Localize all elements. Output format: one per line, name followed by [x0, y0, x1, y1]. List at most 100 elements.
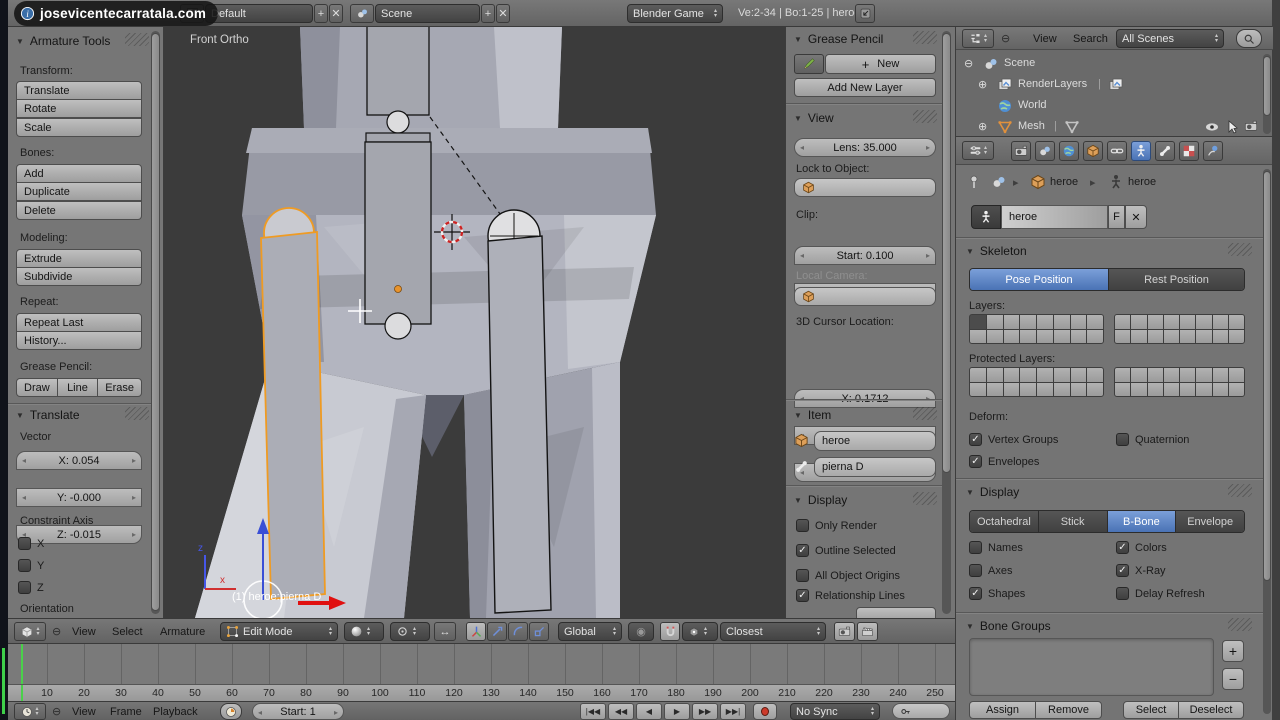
- spine-bone[interactable]: [364, 27, 432, 340]
- layer-toggle[interactable]: [1212, 382, 1228, 396]
- tab-world[interactable]: [1059, 141, 1079, 161]
- outliner-search-button[interactable]: [1236, 29, 1262, 48]
- layer-toggle[interactable]: [970, 329, 986, 343]
- expand-icon[interactable]: ⊕: [978, 120, 987, 133]
- layer-toggle[interactable]: [1087, 329, 1103, 343]
- assign-button[interactable]: Assign: [969, 701, 1036, 719]
- layer-toggle[interactable]: [1037, 368, 1053, 382]
- outline-selected-checkbox[interactable]: [796, 544, 809, 557]
- translate-button[interactable]: Translate: [16, 81, 142, 100]
- time-indicator-button[interactable]: [220, 703, 242, 720]
- layer-toggle[interactable]: [1070, 382, 1087, 396]
- layer-toggle[interactable]: [1131, 315, 1147, 329]
- panel-display-npanel[interactable]: Display: [794, 493, 847, 507]
- delete-scene-button[interactable]: ✕: [496, 4, 510, 23]
- all-object-origins-checkbox[interactable]: [796, 569, 809, 582]
- gp-draw-button[interactable]: Draw: [16, 378, 58, 397]
- bone-root-point[interactable]: [394, 285, 402, 293]
- pin-icon[interactable]: [966, 174, 982, 190]
- vector-y-field[interactable]: ◂ Y: -0.000 ▸: [16, 488, 142, 507]
- outliner-menu-view[interactable]: View: [1033, 33, 1057, 45]
- layer-toggle[interactable]: [1020, 315, 1036, 329]
- outliner-row-scene[interactable]: ⊖ Scene: [956, 54, 1256, 74]
- editor-type-selector[interactable]: ▴ ▾: [14, 622, 46, 641]
- layer-toggle[interactable]: [1053, 368, 1070, 382]
- screen-layout-selector[interactable]: Default: [205, 4, 313, 23]
- delete-bone-button[interactable]: Delete: [16, 201, 142, 220]
- layer-toggle[interactable]: [1228, 368, 1244, 382]
- layer-toggle[interactable]: [1131, 368, 1147, 382]
- panel-skeleton[interactable]: Skeleton: [966, 244, 1027, 258]
- outliner-item-label[interactable]: Scene: [1004, 57, 1035, 69]
- constraint-z-checkbox[interactable]: [18, 581, 31, 594]
- layer-toggle[interactable]: [1020, 382, 1036, 396]
- tab-physics[interactable]: [1203, 141, 1223, 161]
- visibility-eye-icon[interactable]: [1204, 119, 1220, 135]
- pose-position-button[interactable]: Pose Position: [970, 269, 1109, 290]
- expand-icon[interactable]: ⊕: [978, 78, 987, 91]
- layer-toggle[interactable]: [1180, 329, 1196, 343]
- armature-layers-grid-1[interactable]: [969, 314, 1104, 344]
- repeat-last-button[interactable]: Repeat Last: [16, 313, 142, 332]
- history-button[interactable]: History...: [16, 331, 142, 350]
- layer-toggle[interactable]: [986, 315, 1003, 329]
- panel-drag-hatch[interactable]: [125, 33, 149, 46]
- layer-toggle[interactable]: [970, 382, 986, 396]
- layer-toggle[interactable]: [1003, 329, 1020, 343]
- timeline-menu-playback[interactable]: Playback: [153, 706, 198, 718]
- deselect-button[interactable]: Deselect: [1178, 701, 1244, 719]
- layer-toggle[interactable]: [1212, 329, 1228, 343]
- renderability-camera-icon[interactable]: [1244, 119, 1258, 133]
- subdivide-button[interactable]: Subdivide: [16, 267, 142, 286]
- layer-toggle[interactable]: [1163, 329, 1179, 343]
- outliner-item-label[interactable]: RenderLayers: [1018, 78, 1087, 90]
- breadcrumb-data-label[interactable]: heroe: [1128, 176, 1156, 188]
- timeline-editor-selector[interactable]: ▴ ▾: [14, 703, 46, 720]
- layer-toggle[interactable]: [1087, 382, 1103, 396]
- item-bone-name-field[interactable]: pierna D: [814, 457, 936, 477]
- gp-erase-button[interactable]: Erase: [97, 378, 142, 397]
- layer-toggle[interactable]: [1115, 315, 1131, 329]
- tab-scene[interactable]: [1035, 141, 1055, 161]
- names-checkbox[interactable]: [969, 541, 982, 554]
- selectability-cursor-icon[interactable]: [1224, 119, 1240, 135]
- layer-toggle[interactable]: [1037, 329, 1053, 343]
- panel-drag-hatch[interactable]: [1228, 243, 1252, 256]
- bone-groups-list[interactable]: [969, 638, 1214, 696]
- outliner-menu-search[interactable]: Search: [1073, 33, 1108, 45]
- transport-button-2[interactable]: ◀: [636, 703, 662, 720]
- transport-button-0[interactable]: |◀◀: [580, 703, 606, 720]
- panel-armature-tools[interactable]: Armature Tools: [16, 34, 110, 48]
- manipulator-arc-toggle[interactable]: [508, 622, 528, 641]
- sync-mode-selector[interactable]: No Sync ▴ ▾: [790, 703, 880, 720]
- extrude-button[interactable]: Extrude: [16, 249, 142, 268]
- armature-layers-grid-2[interactable]: [1114, 314, 1245, 344]
- collapse-menus-icon[interactable]: ⊖: [1001, 32, 1010, 45]
- manipulator-translate-toggle[interactable]: [466, 622, 486, 641]
- bone-group-add-button[interactable]: +: [1222, 640, 1244, 662]
- transport-button-3[interactable]: ▶: [664, 703, 690, 720]
- right-leg-bone[interactable]: [487, 209, 552, 614]
- add-layout-button[interactable]: +: [314, 4, 328, 23]
- viewport-3d[interactable]: z x Front Ortho (1) heroe:pierna D: [164, 27, 785, 618]
- renderlayer-icon[interactable]: [1108, 77, 1124, 93]
- proportional-edit-selector[interactable]: ◉: [628, 622, 654, 641]
- scene-selector[interactable]: Scene: [375, 4, 480, 23]
- window-duplicate-button[interactable]: [855, 4, 875, 23]
- layer-toggle[interactable]: [1147, 368, 1163, 382]
- outliner-scrollbar-handle[interactable]: [1263, 56, 1271, 116]
- layer-toggle[interactable]: [1003, 368, 1020, 382]
- add-new-layer-button[interactable]: Add New Layer: [794, 78, 936, 97]
- vector-x-field[interactable]: ◂ X: 0.054 ▸: [16, 451, 142, 470]
- collapse-menus-icon[interactable]: ⊖: [52, 625, 61, 638]
- timeline-menu-frame[interactable]: Frame: [110, 706, 142, 718]
- layer-toggle[interactable]: [1180, 382, 1196, 396]
- panel-grease-pencil[interactable]: Grease Pencil: [794, 32, 883, 46]
- properties-scrollbar-handle[interactable]: [1263, 171, 1271, 581]
- shading-selector[interactable]: ▴ ▾: [344, 622, 384, 641]
- tab-render[interactable]: [1011, 141, 1031, 161]
- gp-line-button[interactable]: Line: [56, 378, 99, 397]
- layer-toggle[interactable]: [1147, 315, 1163, 329]
- panel-drag-hatch[interactable]: [913, 407, 937, 420]
- shapes-checkbox[interactable]: [969, 587, 982, 600]
